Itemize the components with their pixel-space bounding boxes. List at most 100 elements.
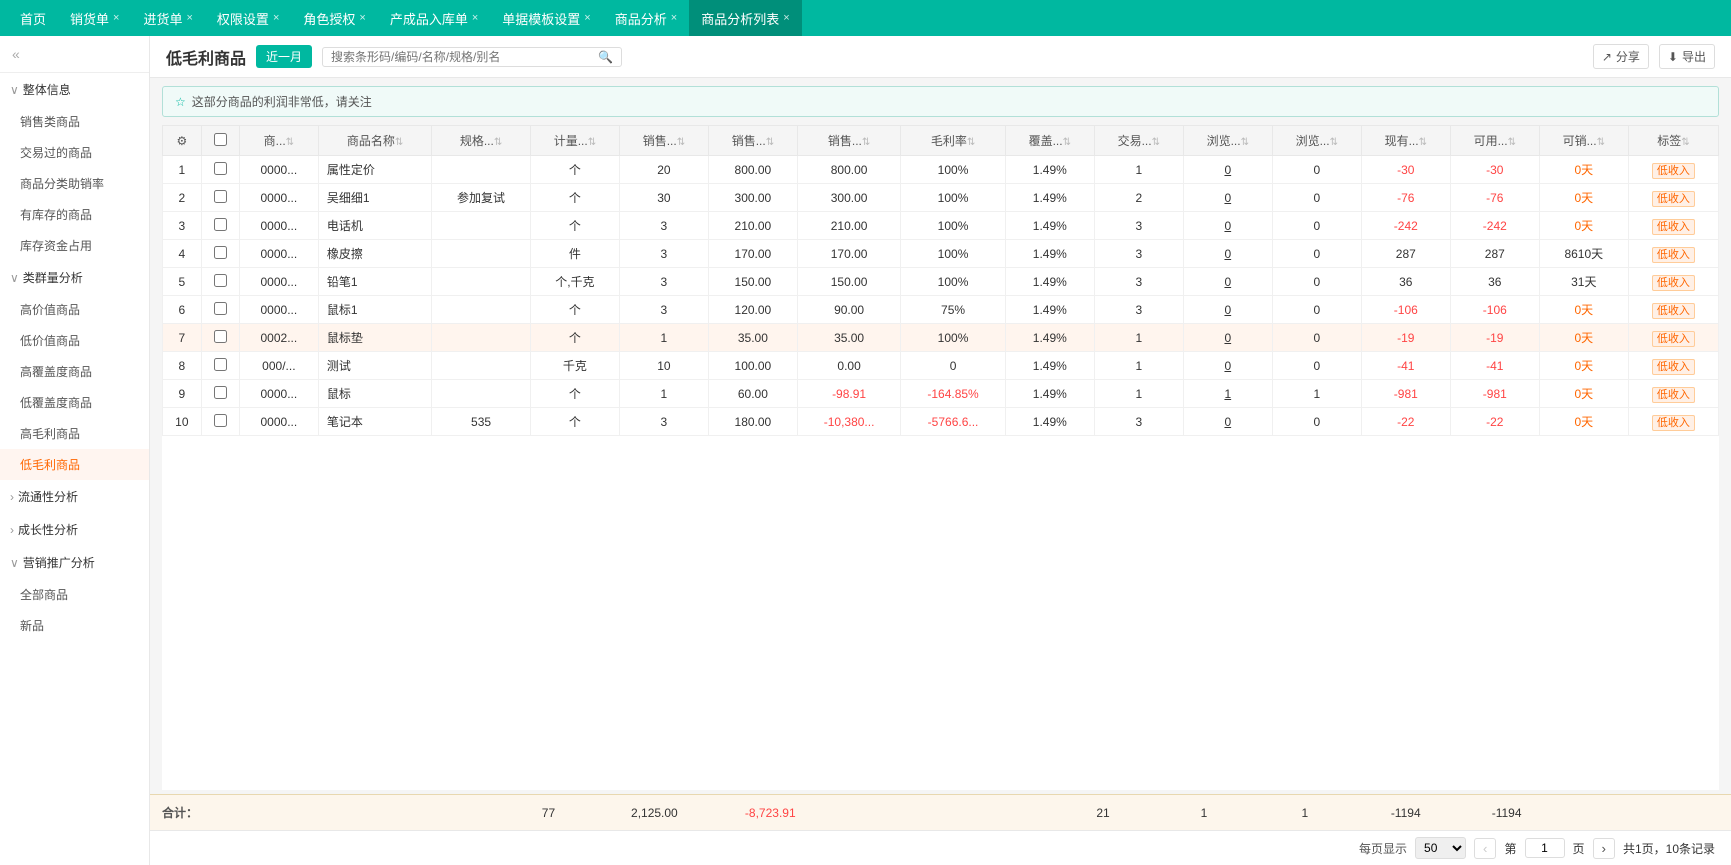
cell-checkbox[interactable] [201,408,239,436]
col-sales-qty[interactable]: 销售...⇅ [619,126,708,156]
tag-badge: 低收入 [1652,415,1695,431]
cell-browse1[interactable]: 0 [1183,324,1272,352]
col-browse2[interactable]: 浏览...⇅ [1272,126,1361,156]
col-sellable-days[interactable]: 可销...⇅ [1539,126,1628,156]
sidebar-collapse-btn[interactable]: « [8,42,24,66]
cell-checkbox[interactable] [201,240,239,268]
sidebar-item-low-coverage[interactable]: 低覆盖度商品 [0,387,149,418]
nav-purchase-order[interactable]: 进货单 × [131,0,204,36]
cell-spec [432,324,531,352]
nav-close-permission[interactable]: × [273,12,279,24]
col-current-stock[interactable]: 现有...⇅ [1361,126,1450,156]
sidebar-item-new-products[interactable]: 新品 [0,610,149,641]
row-checkbox[interactable] [214,246,227,259]
nav-analysis-list[interactable]: 商品分析列表 × [689,0,801,36]
cell-browse1[interactable]: 0 [1183,408,1272,436]
cell-code: 000/... [239,352,318,380]
col-sales-price[interactable]: 销售...⇅ [708,126,797,156]
sidebar-item-traded-products[interactable]: 交易过的商品 [0,137,149,168]
sidebar-item-high-value[interactable]: 高价值商品 [0,294,149,325]
cell-checkbox[interactable] [201,324,239,352]
nav-close-template[interactable]: × [584,12,590,24]
cell-browse1[interactable]: 0 [1183,268,1272,296]
sidebar-group-overall[interactable]: ∨ 整体信息 [0,73,149,106]
col-sales-amount[interactable]: 销售...⇅ [797,126,900,156]
cell-checkbox[interactable] [201,212,239,240]
nav-product-analysis[interactable]: 商品分析 × [603,0,689,36]
prev-page-button[interactable]: ‹ [1474,838,1496,859]
cell-browse1[interactable]: 1 [1183,380,1272,408]
nav-sales-order[interactable]: 销货单 × [58,0,131,36]
nav-home[interactable]: 首页 [8,0,58,36]
cell-browse1[interactable]: 0 [1183,156,1272,184]
col-browse1[interactable]: 浏览...⇅ [1183,126,1272,156]
col-checkbox[interactable] [201,126,239,156]
sidebar-item-stocked-products[interactable]: 有库存的商品 [0,199,149,230]
row-checkbox[interactable] [214,358,227,371]
select-all-checkbox[interactable] [214,133,227,146]
col-name[interactable]: 商品名称⇅ [318,126,431,156]
col-code[interactable]: 商...⇅ [239,126,318,156]
row-checkbox[interactable] [214,218,227,231]
row-checkbox[interactable] [214,274,227,287]
col-unit[interactable]: 计量...⇅ [530,126,619,156]
sidebar-item-low-margin[interactable]: 低毛利商品 [0,449,149,480]
row-checkbox[interactable] [214,414,227,427]
cell-sales-price: 60.00 [708,380,797,408]
col-spec[interactable]: 规格...⇅ [432,126,531,156]
col-setting[interactable]: ⚙ [163,126,202,156]
sidebar-item-sales-products[interactable]: 销售类商品 [0,106,149,137]
nav-close-finished[interactable]: × [472,12,478,24]
cell-checkbox[interactable] [201,268,239,296]
sidebar-group-cluster[interactable]: ∨ 类群量分析 [0,261,149,294]
row-checkbox[interactable] [214,386,227,399]
nav-close-role[interactable]: × [359,12,365,24]
row-checkbox[interactable] [214,190,227,203]
time-filter-button[interactable]: 近一月 [256,45,312,68]
page-number-input[interactable] [1525,838,1565,858]
col-tag[interactable]: 标签⇅ [1628,126,1718,156]
cell-checkbox[interactable] [201,352,239,380]
row-checkbox[interactable] [214,302,227,315]
export-button[interactable]: ⬇ 导出 [1659,44,1715,69]
page-size-select[interactable]: 50 100 200 [1415,837,1466,859]
cell-browse1[interactable]: 0 [1183,240,1272,268]
cell-browse1[interactable]: 0 [1183,184,1272,212]
nav-finished-goods[interactable]: 产成品入库单 × [378,0,490,36]
next-page-button[interactable]: › [1593,838,1615,859]
col-coverage[interactable]: 覆盖...⇅ [1005,126,1094,156]
sidebar-item-high-margin[interactable]: 高毛利商品 [0,418,149,449]
cell-browse1[interactable]: 0 [1183,212,1272,240]
sidebar-item-all-products[interactable]: 全部商品 [0,579,149,610]
nav-role-auth[interactable]: 角色授权 × [291,0,377,36]
sidebar-item-low-value[interactable]: 低价值商品 [0,325,149,356]
page-title: 低毛利商品 [166,45,246,69]
cell-checkbox[interactable] [201,380,239,408]
nav-permission[interactable]: 权限设置 × [205,0,291,36]
sidebar-group-marketing[interactable]: ∨ 营销推广分析 [0,546,149,579]
row-checkbox[interactable] [214,162,227,175]
share-button[interactable]: ↗ 分享 [1593,44,1649,69]
nav-close-analysis-list[interactable]: × [783,12,789,24]
row-checkbox[interactable] [214,330,227,343]
cell-checkbox[interactable] [201,184,239,212]
sidebar-group-growth[interactable]: › 成长性分析 [0,513,149,546]
col-available-stock[interactable]: 可用...⇅ [1450,126,1539,156]
cell-checkbox[interactable] [201,296,239,324]
nav-close-purchase[interactable]: × [186,12,192,24]
nav-close-sales[interactable]: × [113,12,119,24]
notice-icon: ☆ [175,95,186,109]
cell-browse1[interactable]: 0 [1183,352,1272,380]
sidebar-item-high-coverage[interactable]: 高覆盖度商品 [0,356,149,387]
search-icon[interactable]: 🔍 [598,50,613,64]
col-gross-margin[interactable]: 毛利率⇅ [901,126,1006,156]
cell-browse1[interactable]: 0 [1183,296,1272,324]
sidebar-item-capital-usage[interactable]: 库存资金占用 [0,230,149,261]
col-trade[interactable]: 交易...⇅ [1094,126,1183,156]
search-input[interactable] [331,50,594,64]
sidebar-group-liquidity[interactable]: › 流通性分析 [0,480,149,513]
nav-close-analysis[interactable]: × [671,12,677,24]
sidebar-item-category-rate[interactable]: 商品分类助销率 [0,168,149,199]
nav-template-settings[interactable]: 单据模板设置 × [490,0,602,36]
cell-checkbox[interactable] [201,156,239,184]
